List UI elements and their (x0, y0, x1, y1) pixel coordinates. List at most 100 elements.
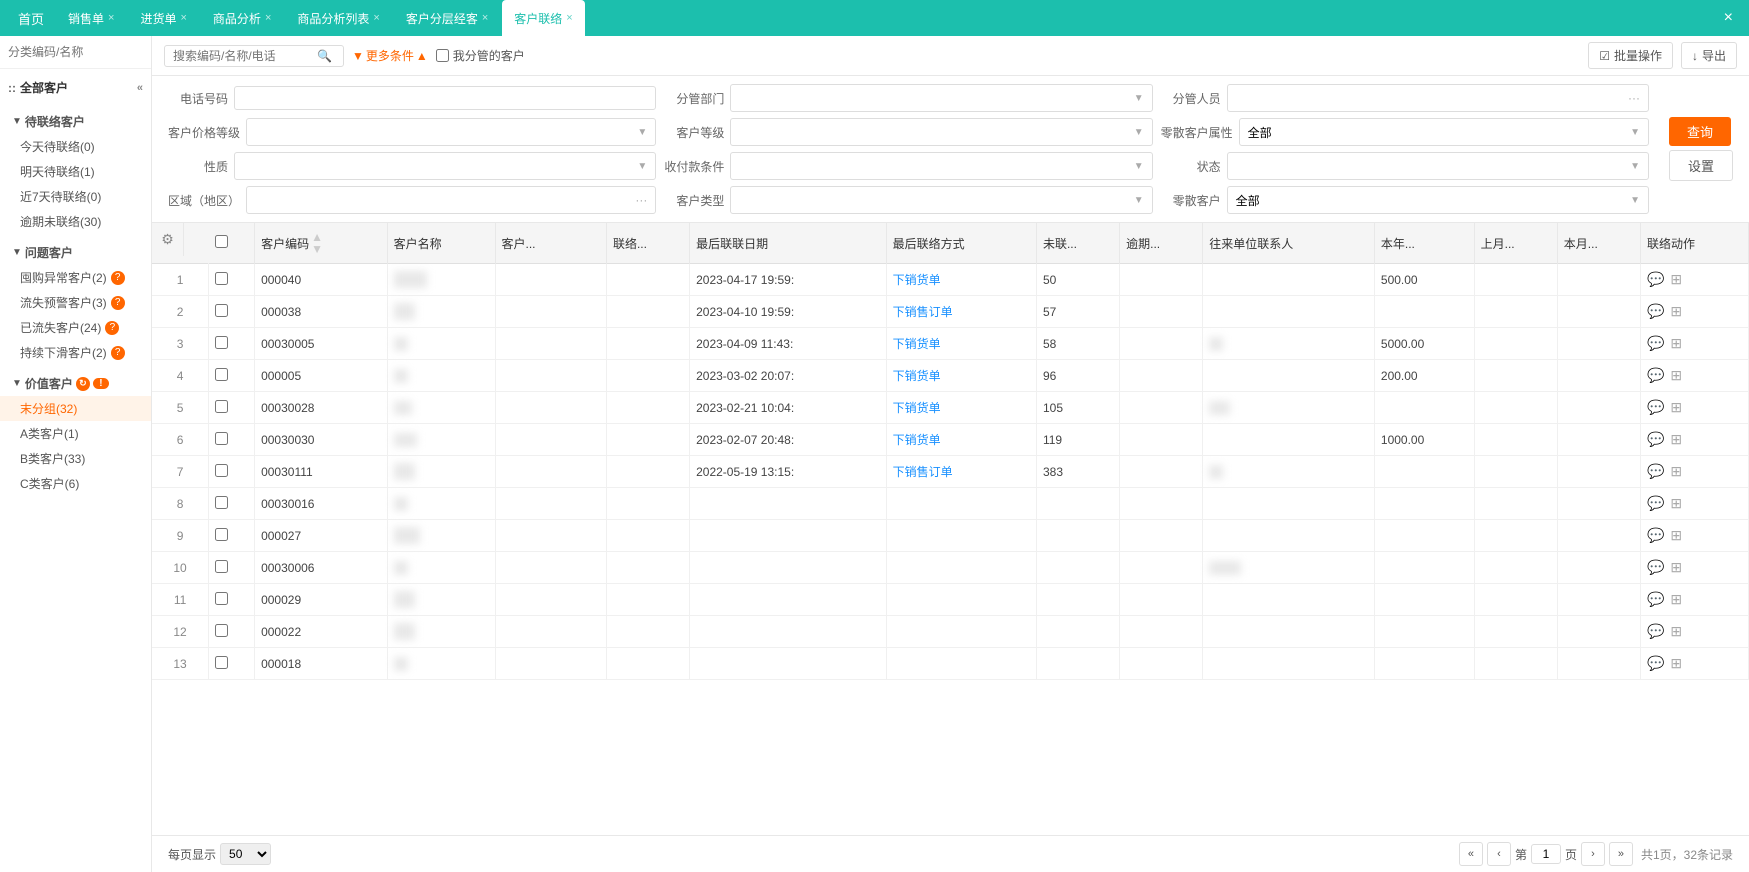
price-level-select[interactable]: ▼ (246, 118, 656, 146)
more-conditions-button[interactable]: ▼ 更多条件 ▲ (352, 47, 428, 64)
grid-action-icon[interactable]: ⊞ (1670, 367, 1682, 384)
grid-action-icon[interactable]: ⊞ (1670, 559, 1682, 576)
batch-operation-button[interactable]: ☑ 批量操作 (1588, 42, 1673, 69)
close-icon[interactable]: × (373, 12, 379, 24)
sidebar-item-churn-warning[interactable]: 流失预警客户(3) ? (0, 290, 151, 315)
message-icon[interactable]: 💬 (1647, 303, 1664, 320)
sidebar-item-churned[interactable]: 已流失客户(24) ? (0, 315, 151, 340)
nature-select[interactable]: ▼ (234, 152, 656, 180)
last-page-button[interactable]: » (1609, 842, 1633, 866)
sidebar-item-tomorrow[interactable]: 明天待联络(1) (0, 159, 151, 184)
status-select[interactable]: ▼ (1227, 152, 1649, 180)
page-number-input[interactable] (1531, 844, 1561, 864)
row-select-checkbox[interactable] (215, 464, 228, 477)
last-method-link[interactable]: 下销货单 (893, 369, 941, 383)
tab-purchase[interactable]: 进货单 × (128, 0, 198, 36)
grid-action-icon[interactable]: ⊞ (1670, 527, 1682, 544)
sidebar-item-7days[interactable]: 近7天待联络(0) (0, 184, 151, 209)
row-select-checkbox[interactable] (215, 560, 228, 573)
sidebar-item-c-class[interactable]: C类客户(6) (0, 471, 151, 496)
refresh-badge[interactable]: ↻ (76, 377, 90, 391)
reset-button[interactable]: 设置 (1669, 150, 1733, 181)
select-all-checkbox[interactable] (215, 235, 228, 248)
message-icon[interactable]: 💬 (1647, 463, 1664, 480)
sidebar-item-unassigned[interactable]: 末分组(32) (0, 396, 151, 421)
message-icon[interactable]: 💬 (1647, 271, 1664, 288)
grid-action-icon[interactable]: ⊞ (1670, 655, 1682, 672)
retail-attr-select[interactable]: 全部 ▼ (1239, 118, 1649, 146)
all-customers-header[interactable]: :: 全部客户 « (0, 73, 151, 102)
tab-sales[interactable]: 销售单 × (56, 0, 126, 36)
message-icon[interactable]: 💬 (1647, 399, 1664, 416)
pending-group-header[interactable]: ▼ 待联络客户 (0, 109, 151, 134)
manager-select[interactable]: ··· (1227, 84, 1649, 112)
gear-icon[interactable]: ⚙ (161, 231, 174, 248)
row-select-checkbox[interactable] (215, 528, 228, 541)
tab-customer-contact[interactable]: 客户联络 × (502, 0, 584, 36)
last-method-link[interactable]: 下销货单 (893, 273, 941, 287)
payment-select[interactable]: ▼ (730, 152, 1152, 180)
close-icon[interactable]: × (566, 12, 572, 24)
my-customers-checkbox[interactable] (436, 49, 449, 62)
row-select-checkbox[interactable] (215, 336, 228, 349)
message-icon[interactable]: 💬 (1647, 559, 1664, 576)
close-icon[interactable]: × (180, 12, 186, 24)
tab-customer-tier[interactable]: 客户分层经客 × (394, 0, 500, 36)
grid-action-icon[interactable]: ⊞ (1670, 495, 1682, 512)
sidebar-item-overdue[interactable]: 逾期未联络(30) (0, 209, 151, 234)
row-select-checkbox[interactable] (215, 272, 228, 285)
region-select[interactable]: ··· (246, 186, 656, 214)
message-icon[interactable]: 💬 (1647, 527, 1664, 544)
close-icon[interactable]: × (265, 12, 271, 24)
message-icon[interactable]: 💬 (1647, 367, 1664, 384)
tab-product-analysis-list[interactable]: 商品分析列表 × (285, 0, 391, 36)
retail-select[interactable]: 全部 ▼ (1227, 186, 1649, 214)
grid-action-icon[interactable]: ⊞ (1670, 431, 1682, 448)
row-select-checkbox[interactable] (215, 432, 228, 445)
grid-action-icon[interactable]: ⊞ (1670, 335, 1682, 352)
value-group-header[interactable]: ▼ 价值客户 ↻ ! (0, 371, 151, 396)
collapse-icon[interactable]: « (137, 82, 143, 94)
message-icon[interactable]: 💬 (1647, 495, 1664, 512)
phone-input[interactable] (234, 86, 656, 110)
grid-action-icon[interactable]: ⊞ (1670, 623, 1682, 640)
settings-column[interactable]: ⚙ (152, 223, 184, 256)
grid-action-icon[interactable]: ⊞ (1670, 303, 1682, 320)
sidebar-item-abnormal[interactable]: 囤购异常客户(2) ? (0, 265, 151, 290)
filter-search-input[interactable] (173, 49, 313, 63)
row-select-checkbox[interactable] (215, 624, 228, 637)
dept-select[interactable]: ▼ (730, 84, 1152, 112)
message-icon[interactable]: 💬 (1647, 623, 1664, 640)
row-select-checkbox[interactable] (215, 368, 228, 381)
row-select-checkbox[interactable] (215, 496, 228, 509)
grid-action-icon[interactable]: ⊞ (1670, 591, 1682, 608)
last-method-link[interactable]: 下销货单 (893, 401, 941, 415)
problem-group-header[interactable]: ▼ 问题客户 (0, 240, 151, 265)
row-select-checkbox[interactable] (215, 656, 228, 669)
home-tab[interactable]: 首页 (8, 0, 54, 36)
first-page-button[interactable]: « (1459, 842, 1483, 866)
type-select[interactable]: ▼ (730, 186, 1152, 214)
grid-action-icon[interactable]: ⊞ (1670, 399, 1682, 416)
window-close-button[interactable]: × (1716, 9, 1741, 27)
filter-search-icon[interactable]: 🔍 (317, 49, 332, 63)
message-icon[interactable]: 💬 (1647, 335, 1664, 352)
row-select-checkbox[interactable] (215, 400, 228, 413)
last-method-link[interactable]: 下销货单 (893, 433, 941, 447)
sidebar-item-a-class[interactable]: A类客户(1) (0, 421, 151, 446)
last-method-link[interactable]: 下销货单 (893, 337, 941, 351)
query-button[interactable]: 查询 (1669, 117, 1731, 146)
grid-action-icon[interactable]: ⊞ (1670, 271, 1682, 288)
last-method-link[interactable]: 下销售订单 (893, 305, 953, 319)
next-page-button[interactable]: › (1581, 842, 1605, 866)
message-icon[interactable]: 💬 (1647, 655, 1664, 672)
last-method-link[interactable]: 下销售订单 (893, 465, 953, 479)
export-button[interactable]: ↓ 导出 (1681, 42, 1737, 69)
close-icon[interactable]: × (482, 12, 488, 24)
close-icon[interactable]: × (108, 12, 114, 24)
sidebar-item-today[interactable]: 今天待联络(0) (0, 134, 151, 159)
row-select-checkbox[interactable] (215, 304, 228, 317)
sidebar-search-input[interactable] (8, 45, 152, 59)
page-size-select[interactable]: 50 20 100 (220, 843, 271, 865)
grid-action-icon[interactable]: ⊞ (1670, 463, 1682, 480)
